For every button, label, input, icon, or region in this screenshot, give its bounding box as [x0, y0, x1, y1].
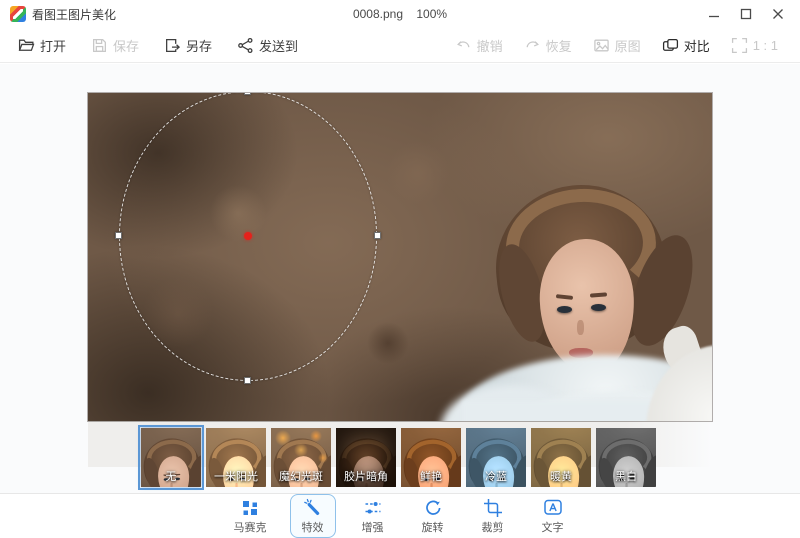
- send-to-label: 发送到: [259, 38, 299, 54]
- enhance-button[interactable]: 增强: [350, 494, 396, 538]
- filter-thumb-magic-bokeh[interactable]: 魔幻光斑: [271, 428, 331, 487]
- document-info: 0008.png 100%: [0, 7, 800, 21]
- woman-eye-right: [591, 304, 606, 311]
- photo-view: [87, 92, 713, 422]
- rotate-button[interactable]: 旋转: [410, 494, 456, 538]
- close-icon: [773, 9, 783, 19]
- image-icon: [593, 39, 609, 51]
- ratio-label: 1 : 1: [752, 37, 778, 53]
- save-as-button[interactable]: 另存: [164, 36, 212, 55]
- filter-thumb-none[interactable]: 无: [138, 425, 204, 490]
- redo-button[interactable]: 恢复: [524, 36, 572, 55]
- folder-open-icon: [18, 39, 35, 51]
- text-icon: [543, 499, 562, 515]
- mosaic-button[interactable]: 马赛克: [225, 494, 276, 538]
- document-name: 0008.png: [352, 7, 403, 21]
- filter-label: 暖黄: [550, 471, 572, 483]
- filter-label: 黑白: [615, 471, 637, 483]
- actual-size-button[interactable]: 1 : 1: [731, 37, 778, 54]
- mosaic-icon: [243, 501, 257, 515]
- woman-eye-left: [557, 306, 572, 313]
- selection-handle-bottom[interactable]: [244, 377, 251, 384]
- save-icon: [93, 38, 106, 52]
- filter-label: 魔幻光斑: [279, 471, 323, 483]
- selection-handle-left[interactable]: [115, 232, 122, 239]
- edit-mode-toolbar: 马赛克 特效 增强 旋转 裁剪 文字: [0, 493, 800, 538]
- share-icon: [238, 37, 253, 53]
- rotate-label: 旋转: [421, 522, 444, 534]
- title-bar: 看图王图片美化 0008.png 100%: [0, 0, 800, 28]
- filter-thumb-cool-blue[interactable]: 冷蓝: [466, 428, 526, 487]
- filter-label: 冷蓝: [485, 471, 507, 483]
- text-button[interactable]: 文字: [530, 494, 576, 538]
- redo-icon: [526, 40, 539, 47]
- save-button[interactable]: 保存: [91, 36, 139, 55]
- save-as-icon: [166, 38, 181, 52]
- filter-thumbnail-row: 无 一米阳光 魔幻光斑 胶片暗角 鲜艳 冷蓝 暖黄 黑白: [138, 425, 656, 490]
- selection-handle-right[interactable]: [374, 232, 381, 239]
- open-label: 打开: [40, 38, 67, 54]
- window-controls: [698, 0, 794, 28]
- undo-label: 撤销: [476, 38, 503, 54]
- app-window: 看图王图片美化 0008.png 100% 打开 保存 另存 发送到 撤销 恢复…: [0, 0, 800, 538]
- save-as-label: 另存: [186, 38, 213, 54]
- minimize-button[interactable]: [698, 0, 730, 28]
- rotate-icon: [425, 500, 440, 515]
- original-image-button[interactable]: 原图: [593, 36, 641, 55]
- crop-button[interactable]: 裁剪: [470, 494, 516, 538]
- edit-actions-group: 撤销 恢复 原图 对比 1: 1: [455, 36, 778, 55]
- compare-icon: [662, 38, 678, 51]
- mosaic-label: 马赛克: [233, 522, 267, 534]
- original-label: 原图: [614, 38, 641, 54]
- selection-handle-top[interactable]: [244, 93, 251, 95]
- filter-thumb-black-white[interactable]: 黑白: [596, 428, 656, 487]
- undo-button[interactable]: 撤销: [455, 36, 503, 55]
- filter-thumb-film-vignette[interactable]: 胶片暗角: [336, 428, 396, 487]
- filter-label: 胶片暗角: [344, 471, 388, 483]
- selection-center-marker: [244, 232, 252, 240]
- filter-thumb-vivid[interactable]: 鲜艳: [401, 428, 461, 487]
- crop-label: 裁剪: [481, 522, 504, 534]
- filter-thumb-sunshine[interactable]: 一米阳光: [206, 428, 266, 487]
- close-button[interactable]: [762, 0, 794, 28]
- maximize-button[interactable]: [730, 0, 762, 28]
- file-actions-group: 打开 保存 另存 发送到: [18, 36, 298, 55]
- effects-label: 特效: [301, 522, 324, 534]
- woman-nose: [577, 320, 584, 335]
- canvas-area: 无 一米阳光 魔幻光斑 胶片暗角 鲜艳 冷蓝 暖黄 黑白: [0, 64, 800, 493]
- magic-wand-icon: [303, 498, 319, 515]
- maximize-icon: [740, 8, 752, 20]
- filter-label: 一米阳光: [214, 471, 258, 483]
- filter-thumb-warm-yellow[interactable]: 暖黄: [531, 428, 591, 487]
- crop-icon: [483, 499, 502, 517]
- compare-button[interactable]: 对比: [662, 36, 710, 55]
- effects-button[interactable]: 特效: [289, 494, 336, 538]
- compare-label: 对比: [683, 38, 710, 54]
- minimize-icon: [709, 15, 719, 18]
- send-to-button[interactable]: 发送到: [237, 36, 298, 55]
- text-label: 文字: [541, 522, 564, 534]
- filter-label: 无: [165, 471, 177, 483]
- redo-label: 恢复: [545, 38, 572, 54]
- main-toolbar: 打开 保存 另存 发送到 撤销 恢复 原图 对比 1: 1: [0, 28, 800, 63]
- ratio-frame-icon: [731, 37, 747, 53]
- zoom-level: 100%: [416, 7, 448, 21]
- save-label: 保存: [113, 38, 140, 54]
- undo-icon: [456, 40, 470, 47]
- open-button[interactable]: 打开: [18, 36, 66, 55]
- sliders-icon: [365, 502, 380, 514]
- enhance-label: 增强: [361, 522, 384, 534]
- filter-label: 鲜艳: [420, 471, 442, 483]
